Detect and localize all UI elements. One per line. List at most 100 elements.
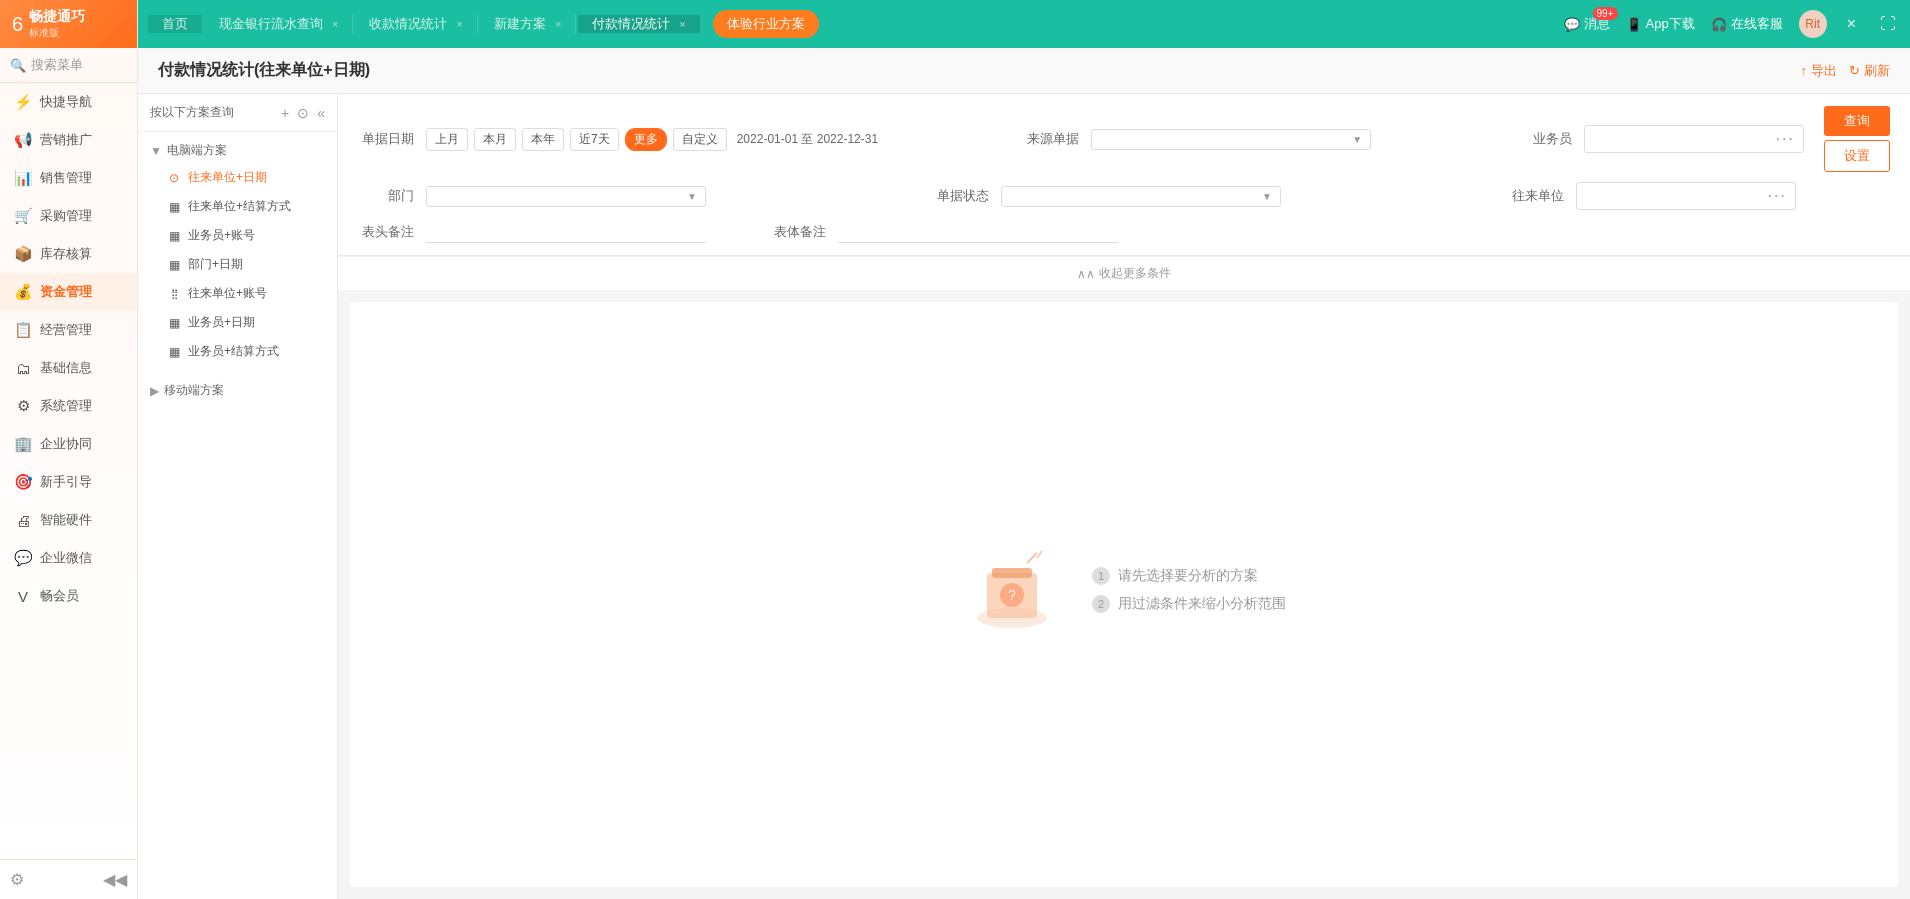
user-avatar[interactable]: Rit xyxy=(1799,10,1827,38)
svg-rect-2 xyxy=(992,568,1032,578)
sidebar-item-sales[interactable]: 📊 销售管理 xyxy=(0,159,137,197)
pc-group-label: 电脑端方案 xyxy=(167,142,227,159)
sidebar-item-enterprise[interactable]: 🏢 企业协同 xyxy=(0,425,137,463)
date-options: 上月 本月 本年 近7天 更多 自定义 2022-01-01 至 2022-12… xyxy=(426,128,878,151)
source-select[interactable]: ▼ xyxy=(1091,129,1371,150)
app-download-btn[interactable]: 📱 App下载 xyxy=(1626,15,1695,33)
sidebar-settings-icon[interactable]: ⚙ xyxy=(10,870,24,889)
date-opt-this-year[interactable]: 本年 xyxy=(522,128,564,151)
tab-new-scheme[interactable]: 新建方案 × xyxy=(480,15,576,33)
partner-more-icon[interactable]: ··· xyxy=(1768,187,1787,205)
mobile-group-title[interactable]: ▶ 移动端方案 xyxy=(138,378,337,403)
dept-select[interactable]: ▼ xyxy=(426,186,706,207)
scheme-icon: ▦ xyxy=(166,344,182,360)
date-opt-last-month[interactable]: 上月 xyxy=(426,128,468,151)
sidebar: 6 畅捷通巧 标准版 🔍 搜索菜单 ⚡ 快捷导航 📢 营销推广 📊 销售管理 🛒… xyxy=(0,0,138,899)
sidebar-item-label: 畅会员 xyxy=(40,587,79,605)
sidebar-item-guide[interactable]: 🎯 新手引导 xyxy=(0,463,137,501)
capital-icon: 💰 xyxy=(14,283,32,301)
scheme-staff-account[interactable]: ▦ 业务员+账号 xyxy=(138,221,337,250)
status-select[interactable]: ▼ xyxy=(1001,186,1281,207)
scheme-label: 业务员+账号 xyxy=(188,227,255,244)
message-badge: 99+ xyxy=(1593,7,1618,20)
trial-btn[interactable]: 体验行业方案 xyxy=(713,10,819,38)
staff-filter-label: 业务员 xyxy=(1516,130,1572,148)
sidebar-item-marketing[interactable]: 📢 营销推广 xyxy=(0,121,137,159)
staff-more-icon[interactable]: ··· xyxy=(1776,130,1795,148)
refresh-btn[interactable]: ↻ 刷新 xyxy=(1849,62,1890,80)
empty-illustration: ? xyxy=(962,543,1062,646)
sidebar-item-wechat[interactable]: 💬 企业微信 xyxy=(0,539,137,577)
scheme-staff-settle[interactable]: ▦ 业务员+结算方式 xyxy=(138,337,337,366)
sidebar-item-basic-info[interactable]: 🗂 基础信息 xyxy=(0,349,137,387)
date-opt-more[interactable]: 更多 xyxy=(625,128,667,151)
query-btn[interactable]: 查询 xyxy=(1824,106,1890,136)
sidebar-item-inventory[interactable]: 📦 库存核算 xyxy=(0,235,137,273)
filter-row-2: 部门 ▼ 单据状态 ▼ 往来单位 xyxy=(358,182,1890,210)
scheme-dept-date[interactable]: ▦ 部门+日期 xyxy=(138,250,337,279)
scheme-staff-date[interactable]: ▦ 业务员+日期 xyxy=(138,308,337,337)
topbar-actions: 💬 消息 99+ 📱 App下载 🎧 在线客服 Rit × ⛶ xyxy=(1564,10,1900,38)
tab-payment-close[interactable]: × xyxy=(679,18,685,30)
scheme-unit-settle[interactable]: ▦ 往来单位+结算方式 xyxy=(138,192,337,221)
left-panel-title: 按以下方案查询 xyxy=(150,104,234,121)
page-header-actions: ↑ 导出 ↻ 刷新 xyxy=(1801,62,1891,80)
sidebar-item-hardware[interactable]: 🖨 智能硬件 xyxy=(0,501,137,539)
tab-home-label: 首页 xyxy=(162,15,188,33)
member-icon: V xyxy=(14,587,32,605)
collapse-more-btn[interactable]: ∧∧ 收起更多条件 xyxy=(338,256,1910,290)
date-opt-this-month[interactable]: 本月 xyxy=(474,128,516,151)
sidebar-item-label: 快捷导航 xyxy=(40,93,92,111)
header-note-input[interactable] xyxy=(426,220,706,243)
app-download-label: App下载 xyxy=(1646,15,1695,33)
sidebar-item-purchase[interactable]: 🛒 采购管理 xyxy=(0,197,137,235)
add-scheme-btn[interactable]: + xyxy=(281,105,289,121)
tab-bank-flow-close[interactable]: × xyxy=(332,18,338,30)
scheme-unit-account[interactable]: ⣿ 往来单位+账号 xyxy=(138,279,337,308)
sidebar-item-label: 资金管理 xyxy=(40,283,92,301)
body-note-input[interactable] xyxy=(838,220,1118,243)
scheme-settings-btn[interactable]: ⊙ xyxy=(297,105,309,121)
sidebar-nav: ⚡ 快捷导航 📢 营销推广 📊 销售管理 🛒 采购管理 📦 库存核算 💰 资金管… xyxy=(0,83,137,859)
svg-text:?: ? xyxy=(1008,587,1016,603)
logo-icon: 6 xyxy=(12,13,23,36)
dept-filter-label: 部门 xyxy=(358,187,414,205)
sidebar-item-label: 采购管理 xyxy=(40,207,92,225)
sidebar-item-capital[interactable]: 💰 资金管理 xyxy=(0,273,137,311)
staff-select[interactable]: ··· xyxy=(1584,125,1804,153)
export-label: 导出 xyxy=(1811,62,1837,80)
sidebar-collapse-btn[interactable]: ◀◀ xyxy=(103,870,127,889)
date-opt-custom[interactable]: 自定义 xyxy=(673,128,727,151)
tab-receivable[interactable]: 收款情况统计 × xyxy=(355,15,477,33)
sidebar-item-label: 营销推广 xyxy=(40,131,92,149)
partner-select[interactable]: ··· xyxy=(1576,182,1796,210)
sidebar-item-operations[interactable]: 📋 经营管理 xyxy=(0,311,137,349)
panel-collapse-btn[interactable]: « xyxy=(317,105,325,121)
page-body: 按以下方案查询 + ⊙ « ▼ 电脑端方案 ⊙ 往来单位+日期 xyxy=(138,94,1910,899)
body-note-label: 表体备注 xyxy=(770,223,826,241)
export-btn[interactable]: ↑ 导出 xyxy=(1801,62,1838,80)
sidebar-item-system[interactable]: ⚙ 系统管理 xyxy=(0,387,137,425)
window-expand-btn[interactable]: ⛶ xyxy=(1876,11,1900,37)
mobile-group-label: 移动端方案 xyxy=(164,382,224,399)
window-close-btn[interactable]: × xyxy=(1843,11,1860,37)
tab-new-scheme-close[interactable]: × xyxy=(555,18,561,30)
pc-scheme-group: ▼ 电脑端方案 ⊙ 往来单位+日期 ▦ 往来单位+结算方式 ▦ 业务员+账号 xyxy=(138,132,337,372)
pc-group-title[interactable]: ▼ 电脑端方案 xyxy=(138,138,337,163)
marketing-icon: 📢 xyxy=(14,131,32,149)
tab-payment[interactable]: 付款情况统计 × xyxy=(578,15,700,33)
sidebar-item-quick-nav[interactable]: ⚡ 快捷导航 xyxy=(0,83,137,121)
sidebar-item-member[interactable]: V 畅会员 xyxy=(0,577,137,615)
tab-receivable-close[interactable]: × xyxy=(456,18,462,30)
settings-btn[interactable]: 设置 xyxy=(1824,140,1890,172)
date-opt-7days[interactable]: 近7天 xyxy=(570,128,619,151)
tab-home[interactable]: 首页 xyxy=(148,15,203,33)
online-service-btn[interactable]: 🎧 在线客服 xyxy=(1711,15,1783,33)
message-btn[interactable]: 💬 消息 99+ xyxy=(1564,15,1610,33)
scheme-unit-date[interactable]: ⊙ 往来单位+日期 xyxy=(138,163,337,192)
export-icon: ↑ xyxy=(1801,63,1808,78)
tab-bank-flow[interactable]: 现金银行流水查询 × xyxy=(205,15,353,33)
search-menu[interactable]: 🔍 搜索菜单 xyxy=(0,48,137,83)
empty-hints: 1 请先选择要分析的方案 2 用过滤条件来缩小分析范围 xyxy=(1092,567,1286,623)
status-chevron-icon: ▼ xyxy=(1262,191,1272,202)
